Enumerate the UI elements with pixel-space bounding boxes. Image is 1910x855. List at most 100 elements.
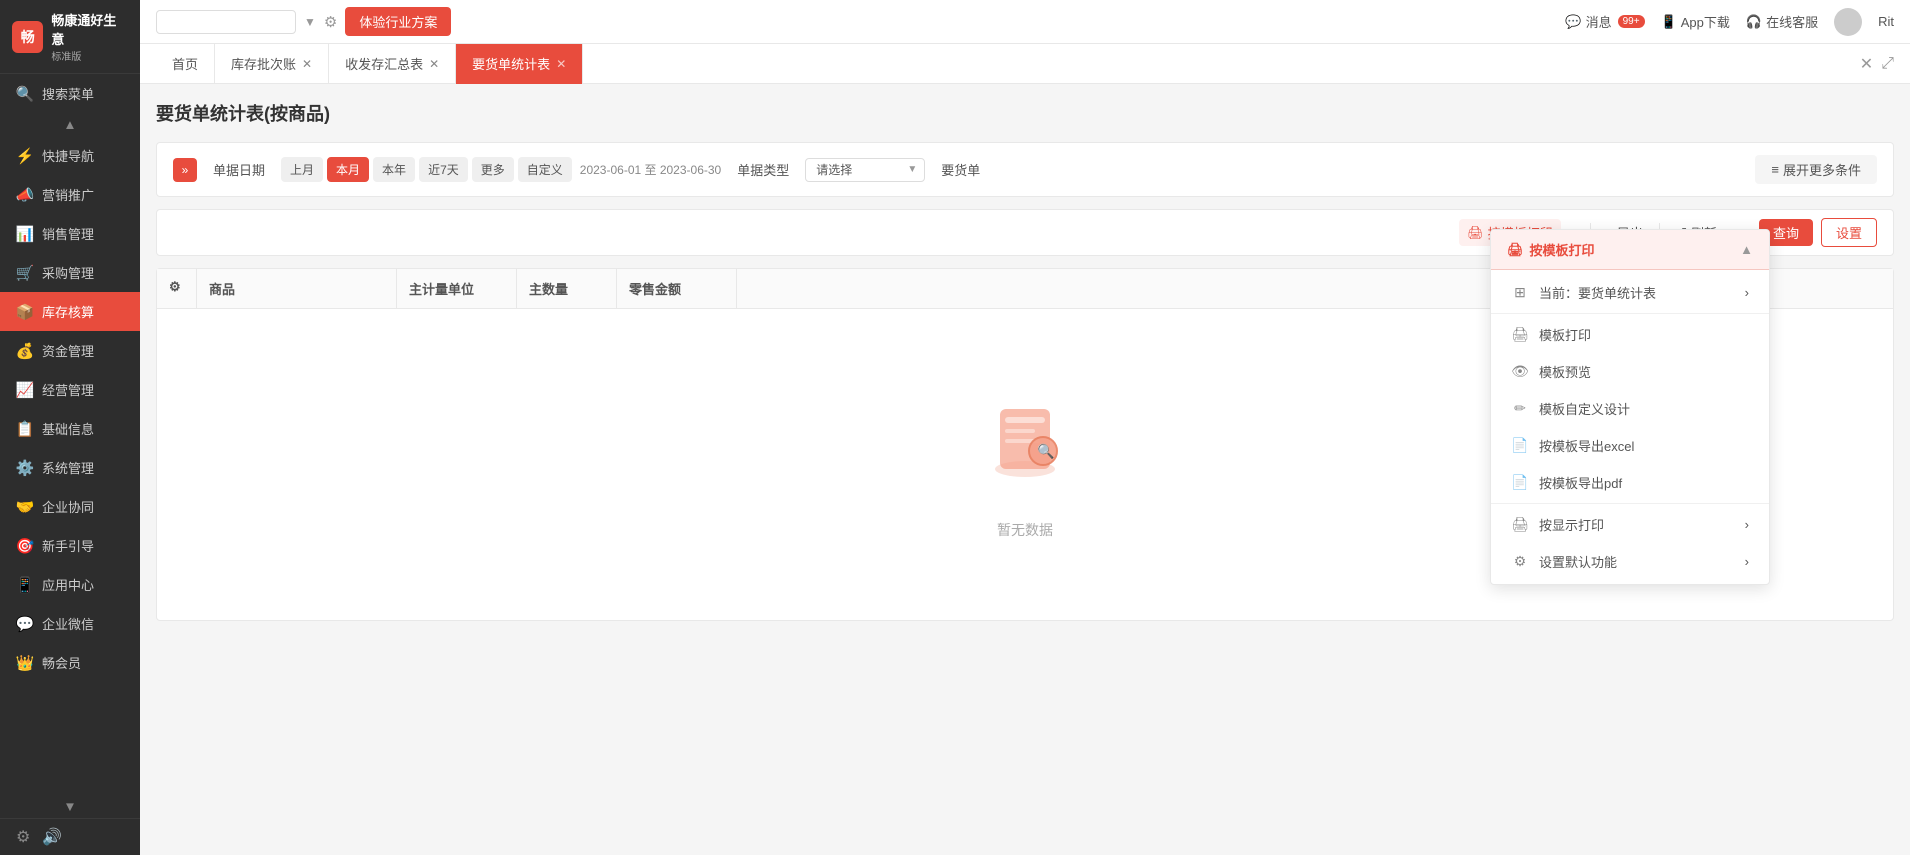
nav-label: 资金管理 xyxy=(42,341,94,360)
sidebar-logo: 畅 畅康通好生意 标准版 xyxy=(0,0,140,74)
sidebar-nav: ⚡ 快捷导航 📣 营销推广 📊 销售管理 🛒 采购管理 📦 库存核算 💰 资金管… xyxy=(0,136,140,795)
purchase-icon: 🛒 xyxy=(16,264,34,282)
sidebar-bottom: ⚙ 🔊 xyxy=(0,818,140,855)
tab-home[interactable]: 首页 xyxy=(156,44,215,84)
set-default-label: 设置默认功能 xyxy=(1539,552,1617,571)
topbar-dropdown-arrow[interactable]: ▼ xyxy=(304,15,316,29)
nav-label: 经营管理 xyxy=(42,380,94,399)
order-goods-label: 要货单 xyxy=(941,160,980,179)
date-btn-this-year[interactable]: 本年 xyxy=(373,157,415,182)
sidebar-item-quick-nav[interactable]: ⚡ 快捷导航 xyxy=(0,136,140,175)
nav-label: 快捷导航 xyxy=(42,146,94,165)
sidebar-item-operations[interactable]: 📈 经营管理 xyxy=(0,370,140,409)
sidebar-item-wechat[interactable]: 💬 企业微信 xyxy=(0,604,140,643)
filter-row: » 单据日期 上月 本月 本年 近7天 更多 自定义 2023-06-01 至 … xyxy=(173,155,1877,184)
sidebar: 畅 畅康通好生意 标准版 🔍 搜索菜单 ▲ ⚡ 快捷导航 📣 营销推广 📊 销售… xyxy=(0,0,140,855)
nav-label: 采购管理 xyxy=(42,263,94,282)
display-print-arrow: › xyxy=(1745,517,1749,532)
industry-solution-button[interactable]: 体验行业方案 xyxy=(345,7,451,36)
expand-more-conditions-button[interactable]: ≡ 展开更多条件 xyxy=(1755,155,1877,184)
settings-button[interactable]: 设置 xyxy=(1821,218,1877,247)
dropdown-item-export-excel[interactable]: 📄 按模板导出excel xyxy=(1491,427,1769,464)
topbar-gear-icon[interactable]: ⚙ xyxy=(324,13,337,31)
export-pdf-icon: 📄 xyxy=(1511,474,1529,491)
print-icon: 🖨 xyxy=(1467,225,1484,241)
sales-icon: 📊 xyxy=(16,225,34,243)
app-download-button[interactable]: 📱 App下载 xyxy=(1661,12,1730,31)
tab-order-stats-label: 要货单统计表 xyxy=(472,54,550,73)
online-service-label: 在线客服 xyxy=(1766,12,1818,31)
sidebar-search-label: 搜索菜单 xyxy=(42,84,94,103)
tab-inventory-batch[interactable]: 库存批次账 ✕ xyxy=(215,44,329,84)
operations-icon: 📈 xyxy=(16,381,34,399)
tab-order-stats[interactable]: 要货单统计表 ✕ xyxy=(456,44,583,84)
volume-icon[interactable]: 🔊 xyxy=(42,827,62,847)
col-settings[interactable]: ⚙ xyxy=(157,269,197,308)
tabbar-right: ✕ ⤢ xyxy=(1860,54,1894,74)
dropdown-collapse-area[interactable]: ▲ xyxy=(1740,242,1753,257)
order-type-label: 单据类型 xyxy=(737,160,789,179)
tabbar-close-all-icon[interactable]: ✕ xyxy=(1860,54,1873,74)
sidebar-scroll-up[interactable]: ▲ xyxy=(0,113,140,136)
date-btn-more[interactable]: 更多 xyxy=(472,157,514,182)
col-goods: 商品 xyxy=(197,269,397,308)
tab-order-stats-close[interactable]: ✕ xyxy=(556,57,566,71)
sidebar-item-marketing[interactable]: 📣 营销推广 xyxy=(0,175,140,214)
dropdown-current-left: ⊞ 当前：要货单统计表 xyxy=(1511,283,1656,302)
sidebar-item-guide[interactable]: 🎯 新手引导 xyxy=(0,526,140,565)
sidebar-item-basic-info[interactable]: 📋 基础信息 xyxy=(0,409,140,448)
sidebar-item-sales[interactable]: 📊 销售管理 xyxy=(0,214,140,253)
dropdown-item-template-design[interactable]: ✏ 模板自定义设计 xyxy=(1491,390,1769,427)
online-service-icon: 🎧 xyxy=(1746,14,1762,30)
empty-icon: 🔍 xyxy=(975,389,1075,508)
topbar-search-input[interactable] xyxy=(156,10,296,34)
dropdown-item-display-print[interactable]: 🖨 按显示打印 › xyxy=(1491,506,1769,543)
order-type-select[interactable]: 请选择 xyxy=(805,158,925,182)
tabbar: 首页 库存批次账 ✕ 收发存汇总表 ✕ 要货单统计表 ✕ ✕ ⤢ xyxy=(140,44,1910,84)
tabbar-expand-icon[interactable]: ⤢ xyxy=(1881,55,1894,73)
dropdown-item-set-default[interactable]: ⚙ 设置默认功能 › xyxy=(1491,543,1769,580)
sidebar-item-member[interactable]: 👑 畅会员 xyxy=(0,643,140,682)
sidebar-search[interactable]: 🔍 搜索菜单 xyxy=(0,74,140,113)
dropdown-section-current: ⊞ 当前：要货单统计表 › 🖨 模板打印 👁 模板预览 ✏ 模板自定义设计 xyxy=(1491,270,1769,584)
template-print-label: 模板打印 xyxy=(1539,325,1591,344)
tab-collection-summary-close[interactable]: ✕ xyxy=(429,57,439,71)
main-area: ▼ ⚙ 体验行业方案 💬 消息 99+ 📱 App下载 🎧 在线客服 Rit 首… xyxy=(140,0,1910,855)
date-btn-7-days[interactable]: 近7天 xyxy=(419,157,468,182)
settings-icon[interactable]: ⚙ xyxy=(16,827,30,847)
col-unit: 主计量单位 xyxy=(397,269,517,308)
tab-collection-summary[interactable]: 收发存汇总表 ✕ xyxy=(329,44,456,84)
dropdown-title-area: 🖨 按模板打印 xyxy=(1507,240,1595,259)
date-buttons: 上月 本月 本年 近7天 更多 自定义 2023-06-01 至 2023-06… xyxy=(281,157,721,182)
sidebar-item-finance[interactable]: 💰 资金管理 xyxy=(0,331,140,370)
username-label[interactable]: Rit xyxy=(1878,14,1894,29)
dropdown-divider-2 xyxy=(1491,503,1769,504)
export-pdf-label: 按模板导出pdf xyxy=(1539,473,1622,492)
tab-inventory-batch-close[interactable]: ✕ xyxy=(302,57,312,71)
dropdown-item-template-preview[interactable]: 👁 模板预览 xyxy=(1491,353,1769,390)
date-filter-label: 单据日期 xyxy=(213,160,265,179)
set-default-left: ⚙ 设置默认功能 xyxy=(1511,552,1617,571)
filter-expand-arrow[interactable]: » xyxy=(173,158,197,182)
dropdown-item-template-print[interactable]: 🖨 模板打印 xyxy=(1491,316,1769,353)
dropdown-title: 按模板打印 xyxy=(1530,240,1595,259)
messages-button[interactable]: 💬 消息 99+ xyxy=(1565,12,1644,31)
print-template-dropdown: 🖨 按模板打印 ▲ ⊞ 当前：要货单统计表 › 🖨 xyxy=(1490,229,1770,585)
app-title: 畅康通好生意 xyxy=(51,10,128,48)
sidebar-item-purchase[interactable]: 🛒 采购管理 xyxy=(0,253,140,292)
user-avatar[interactable] xyxy=(1834,8,1862,36)
sidebar-item-cooperation[interactable]: 🤝 企业协同 xyxy=(0,487,140,526)
template-design-icon: ✏ xyxy=(1511,400,1529,417)
sidebar-item-app-center[interactable]: 📱 应用中心 xyxy=(0,565,140,604)
dropdown-item-export-pdf[interactable]: 📄 按模板导出pdf xyxy=(1491,464,1769,501)
nav-label: 新手引导 xyxy=(42,536,94,555)
date-btn-this-month[interactable]: 本月 xyxy=(327,157,369,182)
dropdown-item-current[interactable]: ⊞ 当前：要货单统计表 › xyxy=(1491,274,1769,311)
date-btn-last-month[interactable]: 上月 xyxy=(281,157,323,182)
online-service-button[interactable]: 🎧 在线客服 xyxy=(1746,12,1818,31)
sidebar-item-system[interactable]: ⚙️ 系统管理 xyxy=(0,448,140,487)
member-icon: 👑 xyxy=(16,654,34,672)
sidebar-scroll-down[interactable]: ▼ xyxy=(0,795,140,818)
sidebar-item-inventory[interactable]: 📦 库存核算 xyxy=(0,292,140,331)
date-btn-custom[interactable]: 自定义 xyxy=(518,157,572,182)
